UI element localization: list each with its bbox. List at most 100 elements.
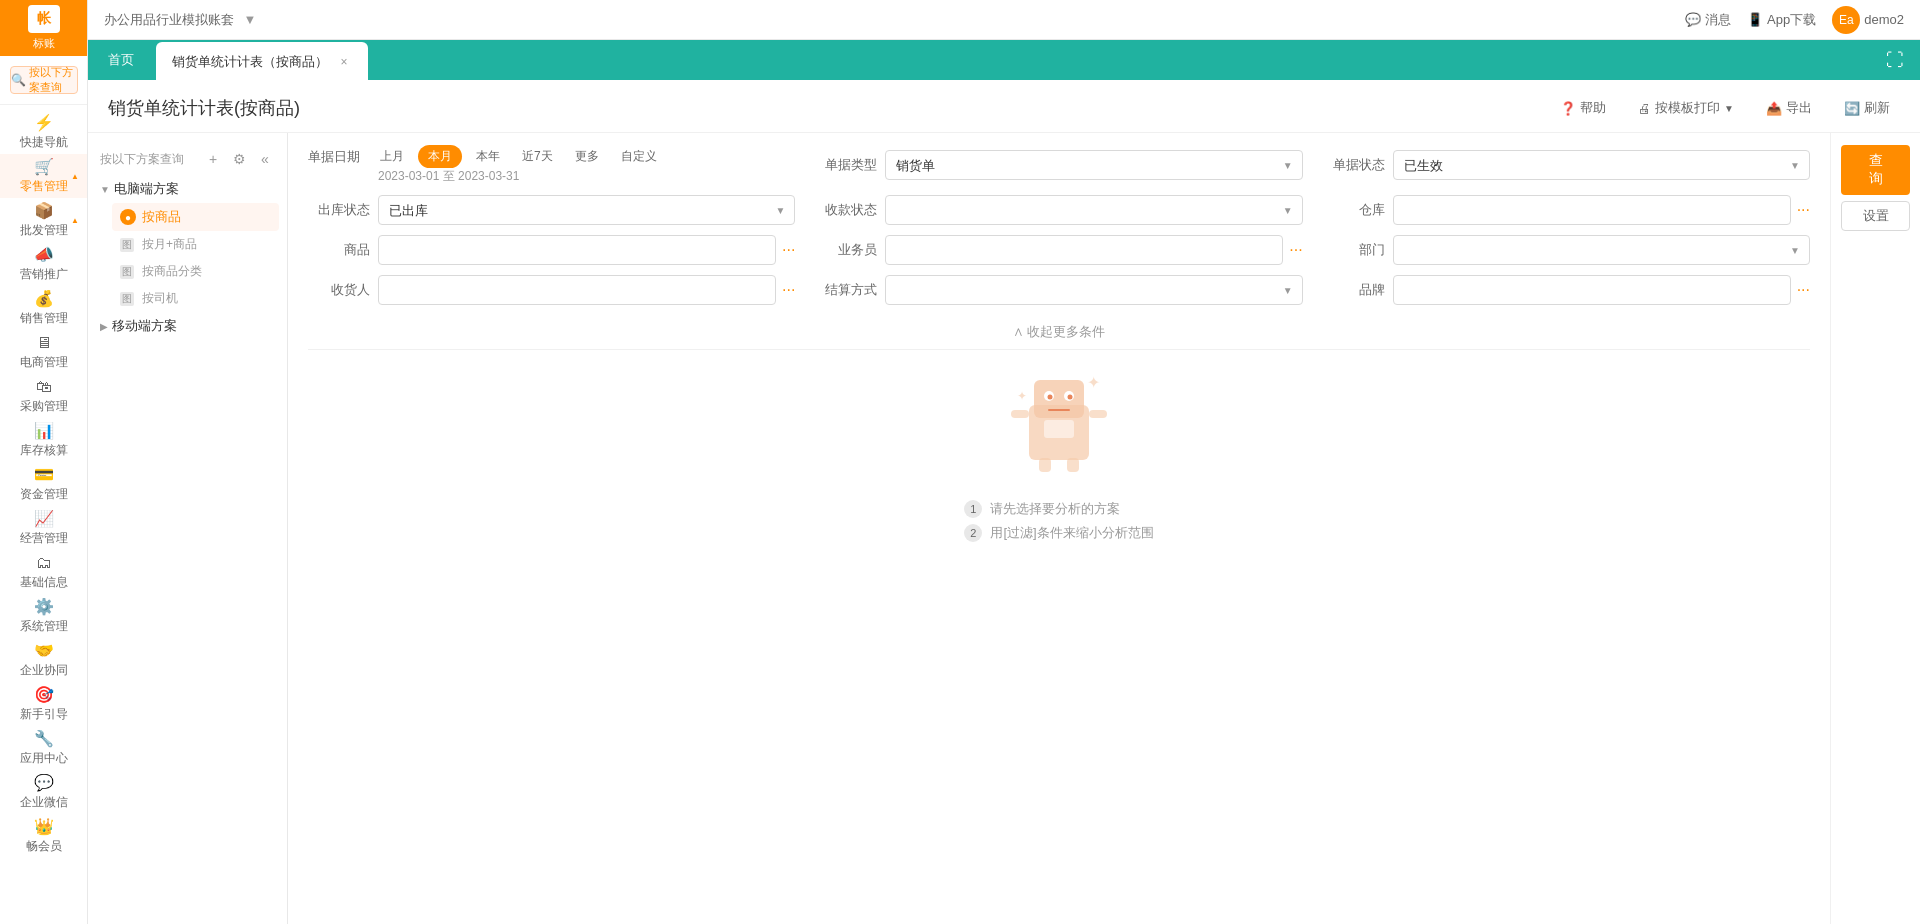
step-number-1: 1 [964, 500, 982, 518]
filter-col-payment: 结算方式 [815, 275, 1302, 305]
date-btn-this-month[interactable]: 本月 [418, 145, 462, 168]
goods-control: ··· [378, 235, 795, 265]
tree-item-label-driver: 按司机 [142, 290, 178, 307]
setting-button[interactable]: 设置 [1841, 201, 1910, 231]
recipient-more-btn[interactable]: ··· [782, 281, 795, 299]
message-button[interactable]: 💬 消息 [1685, 11, 1731, 29]
nav-icon-marketing: 📣 [34, 245, 54, 264]
tree-sub-group-label-driver[interactable]: 图 按司机 [116, 285, 275, 312]
left-panel-header-actions: + ⚙ « [203, 149, 275, 169]
sidebar-item-system[interactable]: ⚙️ 系统管理 [0, 594, 87, 638]
tree-sub-group-label-category[interactable]: 图 按商品分类 [116, 258, 275, 285]
nav-icon-basic: 🗂 [36, 554, 52, 572]
tab-active-item[interactable]: 销货单统计计表（按商品） × [156, 42, 368, 82]
sidebar-item-basic[interactable]: 🗂 基础信息 [0, 550, 87, 594]
tree-group-pc-label[interactable]: ▼ 电脑端方案 [96, 175, 279, 203]
left-panel-header-text: 按以下方案查询 [100, 151, 184, 168]
date-btn-custom[interactable]: 自定义 [613, 145, 665, 168]
query-button[interactable]: 查询 [1841, 145, 1910, 195]
sidebar-item-wholesale[interactable]: 📦 批发管理 [0, 198, 87, 242]
recipient-input[interactable] [378, 275, 776, 305]
topbar-right: 💬 消息 📱 App下载 Ea demo2 [1685, 6, 1904, 34]
left-panel-header: 按以下方案查询 + ⚙ « [88, 143, 287, 175]
sidebar-item-retail[interactable]: 🛒 零售管理 [0, 154, 87, 198]
tree-group-mobile-text: 移动端方案 [112, 317, 177, 335]
recipient-control: ··· [378, 275, 795, 305]
logo-icon: 帐 [28, 5, 60, 33]
sidebar-label-member: 畅会员 [26, 838, 62, 855]
tree-group-mobile-label[interactable]: ▶ 移动端方案 [96, 312, 279, 340]
sidebar-item-marketing[interactable]: 📣 营销推广 [0, 242, 87, 286]
collapse-filters-button[interactable]: ∧ 收起更多条件 [308, 315, 1810, 349]
tree-sub-group: 图 按月+商品 图 按商品分类 图 按司机 [112, 231, 279, 312]
tree-sub-group-label-month[interactable]: 图 按月+商品 [116, 231, 275, 258]
warehouse-input[interactable] [1393, 195, 1791, 225]
staff-input[interactable] [885, 235, 1283, 265]
sidebar-item-apps[interactable]: 🔧 应用中心 [0, 726, 87, 770]
sidebar-item-ecommerce[interactable]: 🖥 电商管理 [0, 330, 87, 374]
refresh-button[interactable]: 🔄 刷新 [1834, 94, 1900, 122]
search-menu-button[interactable]: 🔍 按以下方案查询 [10, 66, 78, 94]
nav-icon-finance: 💳 [34, 465, 54, 484]
payment-select[interactable] [885, 275, 1302, 305]
receipt-status-control [885, 195, 1302, 225]
user-profile-button[interactable]: Ea demo2 [1832, 6, 1904, 34]
date-btn-more[interactable]: 更多 [567, 145, 607, 168]
date-btn-last-month[interactable]: 上月 [372, 145, 412, 168]
date-btn-this-year[interactable]: 本年 [468, 145, 508, 168]
app-download-button[interactable]: 📱 App下载 [1747, 11, 1816, 29]
out-status-control: 已出库 [378, 195, 795, 225]
export-button[interactable]: 📤 导出 [1756, 94, 1822, 122]
sidebar-item-sales[interactable]: 💰 销售管理 [0, 286, 87, 330]
staff-more-btn[interactable]: ··· [1289, 241, 1302, 259]
sidebar-item-wechat[interactable]: 💬 企业微信 [0, 770, 87, 814]
sidebar-item-finance[interactable]: 💳 资金管理 [0, 462, 87, 506]
industry-dropdown-button[interactable]: ▼ [242, 12, 258, 28]
doc-type-select-wrap: 销货单 [885, 150, 1302, 180]
sidebar-item-inventory[interactable]: 📊 库存核算 [0, 418, 87, 462]
collapse-panel-button[interactable]: « [255, 149, 275, 169]
sidebar-item-member[interactable]: 👑 畅会员 [0, 814, 87, 858]
sidebar-label-finance: 资金管理 [20, 486, 68, 503]
sidebar-item-procurement[interactable]: 🛍 采购管理 [0, 374, 87, 418]
doc-status-select[interactable]: 已生效 [1393, 150, 1810, 180]
tab-expand-button[interactable]: ⛶ [1870, 40, 1920, 80]
date-btn-last7[interactable]: 近7天 [514, 145, 561, 168]
sidebar-item-quick-nav[interactable]: ⚡ 快捷导航 [0, 110, 87, 154]
empty-step1-text: 请先选择要分析的方案 [990, 500, 1120, 518]
industry-selector-text: 办公用品行业模拟账套 [104, 11, 234, 29]
export-icon: 📤 [1766, 101, 1782, 116]
goods-more-btn[interactable]: ··· [782, 241, 795, 259]
brand-input[interactable] [1393, 275, 1791, 305]
goods-input[interactable] [378, 235, 776, 265]
sidebar-label-newuser: 新手引导 [20, 706, 68, 723]
doc-type-select[interactable]: 销货单 [885, 150, 1302, 180]
department-select[interactable] [1393, 235, 1810, 265]
staff-control: ··· [885, 235, 1302, 265]
print-dropdown-icon: ▼ [1724, 103, 1734, 114]
tree-item-by-goods[interactable]: ● 按商品 [112, 203, 279, 231]
sidebar-item-enterprise[interactable]: 🤝 企业协同 [0, 638, 87, 682]
filter-col-receipt-status: 收款状态 [815, 195, 1302, 225]
add-scheme-button[interactable]: + [203, 149, 223, 169]
svg-point-5 [1068, 395, 1073, 400]
tab-close-button[interactable]: × [336, 54, 352, 70]
date-buttons: 上月 本月 本年 近7天 更多 自定义 [372, 145, 665, 168]
goods-label: 商品 [308, 241, 378, 259]
out-status-select[interactable]: 已出库 [378, 195, 795, 225]
receipt-status-select[interactable] [885, 195, 1302, 225]
tab-home[interactable]: 首页 [88, 40, 154, 80]
doc-type-label: 单据类型 [815, 156, 885, 174]
sidebar-item-newuser[interactable]: 🎯 新手引导 [0, 682, 87, 726]
settings-scheme-button[interactable]: ⚙ [229, 149, 249, 169]
help-button[interactable]: ❓ 帮助 [1550, 94, 1616, 122]
filter-divider [308, 349, 1810, 350]
tree-item-label-category: 按商品分类 [142, 263, 202, 280]
sidebar-label-wholesale: 批发管理 [20, 222, 68, 239]
warehouse-more-btn[interactable]: ··· [1797, 201, 1810, 219]
filter-row-3: 商品 ··· 业务员 ··· [308, 235, 1810, 265]
print-button[interactable]: 🖨 按模板打印 ▼ [1628, 94, 1744, 122]
payment-label: 结算方式 [815, 281, 885, 299]
brand-more-btn[interactable]: ··· [1797, 281, 1810, 299]
sidebar-item-operations[interactable]: 📈 经营管理 [0, 506, 87, 550]
